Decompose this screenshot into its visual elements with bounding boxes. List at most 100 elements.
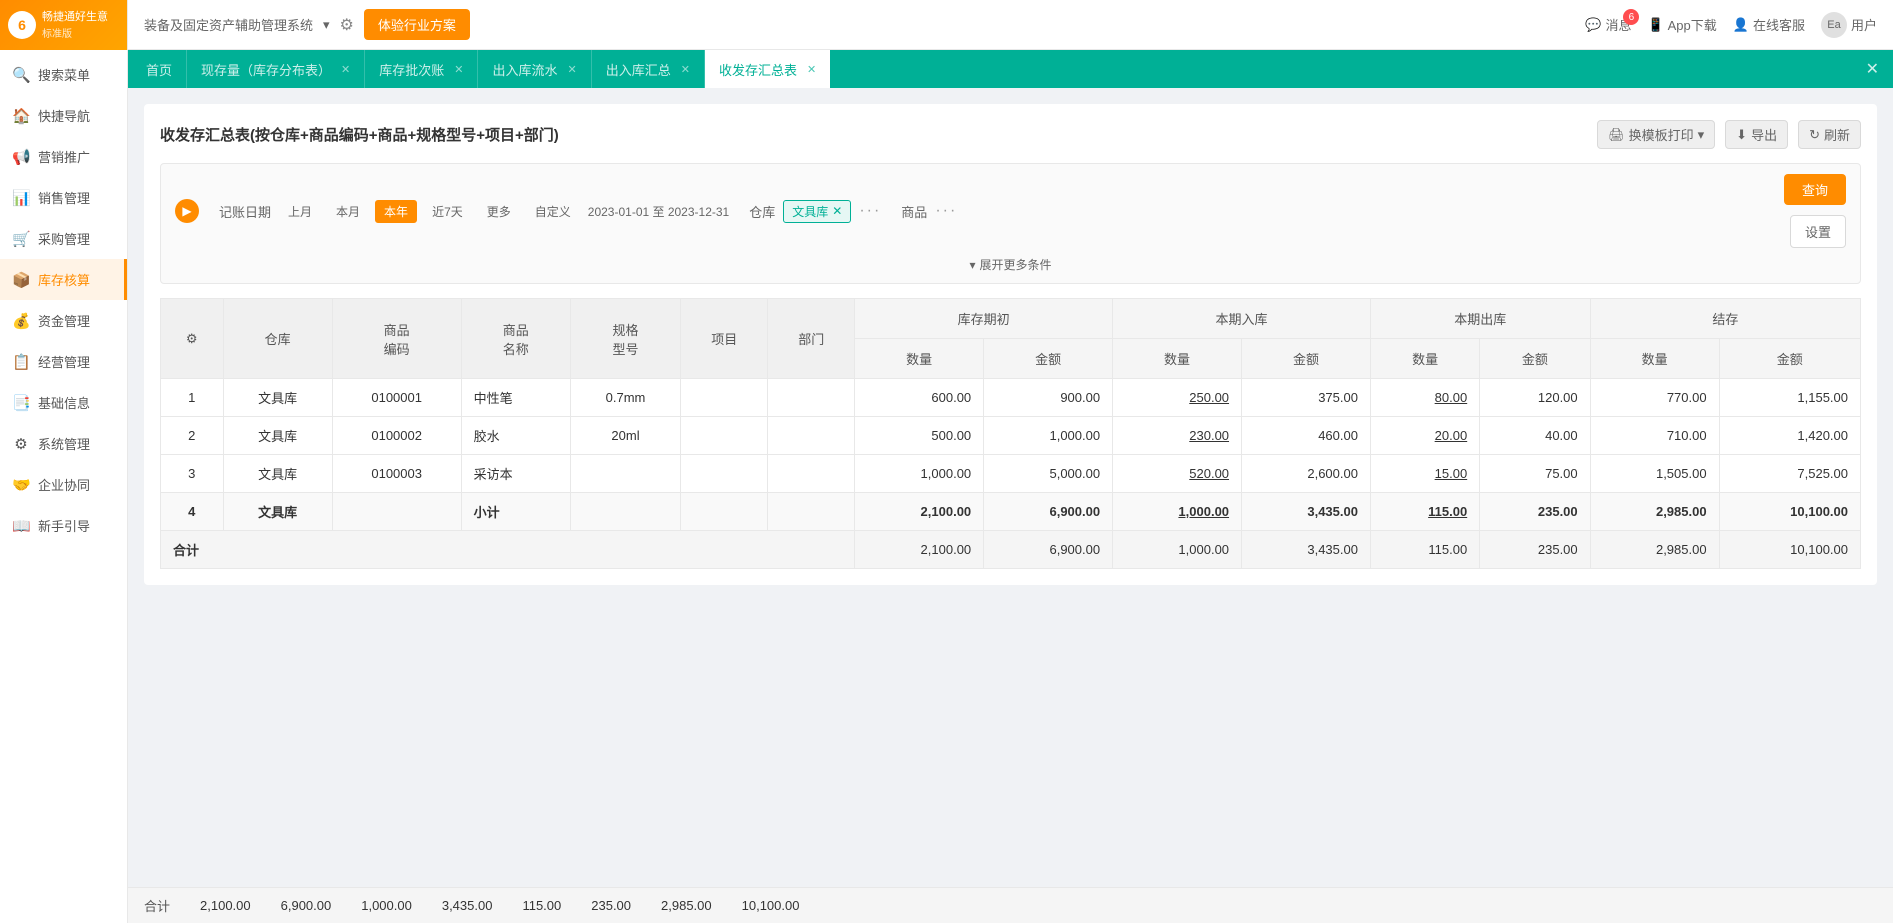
quicknav-icon: 🏠: [12, 107, 30, 125]
page-title-actions: 🖨 换模板打印 ▾ ⬇ 导出 ↻ 刷新: [1597, 120, 1861, 149]
row-goods-code: [332, 493, 461, 531]
filter-expand-icon[interactable]: ▶: [175, 199, 199, 223]
warehouse-tag: 文具库 ✕: [783, 200, 851, 223]
row-bal-qty: 2,985.00: [1590, 493, 1719, 531]
goods-more-button[interactable]: ···: [935, 202, 957, 220]
tab-close-icon[interactable]: ✕: [454, 63, 463, 76]
tab-close-icon[interactable]: ✕: [681, 63, 690, 76]
col-out-qty-header: 数量: [1370, 339, 1479, 379]
row-bal-qty: 1,505.00: [1590, 455, 1719, 493]
tab-----------[interactable]: 现存量（库存分布表）✕: [187, 50, 365, 88]
tabs-close-all-button[interactable]: ✕: [1856, 59, 1889, 79]
row-goods-code: 0100001: [332, 379, 461, 417]
sidebar-item-system[interactable]: ⚙系统管理: [0, 423, 127, 464]
tab---[interactable]: 首页: [132, 50, 187, 88]
sidebar-item-inventory[interactable]: 📦库存核算: [0, 259, 127, 300]
refresh-button[interactable]: ↻ 刷新: [1798, 120, 1861, 149]
warehouse-more-button[interactable]: ···: [859, 202, 881, 220]
tab-------[interactable]: 收发存汇总表✕: [705, 50, 830, 88]
date-btn-last-month[interactable]: 上月: [279, 200, 321, 223]
tab------[interactable]: 出入库汇总✕: [592, 50, 705, 88]
bottom-in-amt: 3,435.00: [442, 898, 493, 913]
messages-button[interactable]: 💬 消息 6: [1585, 15, 1631, 34]
row-out-qty[interactable]: 80.00: [1370, 379, 1479, 417]
row-out-amt: 75.00: [1480, 455, 1590, 493]
row-out-qty[interactable]: 20.00: [1370, 417, 1479, 455]
sidebar-item-purchase[interactable]: 🛒采购管理: [0, 218, 127, 259]
online-service-label: 在线客服: [1753, 15, 1805, 34]
filter-settings-button[interactable]: 设置: [1790, 215, 1846, 248]
row-in-qty[interactable]: 520.00: [1113, 455, 1242, 493]
sidebar: 6 畅捷通好生意 标准版 🔍搜索菜单🏠快捷导航📢营销推广📊销售管理🛒采购管理📦库…: [0, 0, 128, 923]
tab-close-icon[interactable]: ✕: [568, 63, 577, 76]
bottom-out-amt: 235.00: [591, 898, 631, 913]
sidebar-item-label: 采购管理: [38, 229, 90, 248]
row-goods-name: 中性笔: [461, 379, 570, 417]
expand-more-button[interactable]: ▾ 展开更多条件: [175, 256, 1846, 273]
col-period-start-header: 库存期初: [855, 299, 1113, 339]
footer-bal-amt: 10,100.00: [1719, 531, 1860, 569]
row-in-qty[interactable]: 1,000.00: [1113, 493, 1242, 531]
sidebar-item-basic[interactable]: 📑基础信息: [0, 382, 127, 423]
tab-close-icon[interactable]: ✕: [341, 63, 350, 76]
row-bal-amt: 1,420.00: [1719, 417, 1860, 455]
date-btn-more[interactable]: 更多: [478, 200, 520, 223]
sidebar-item-sales[interactable]: 📊销售管理: [0, 177, 127, 218]
footer-in-qty: 1,000.00: [1113, 531, 1242, 569]
page-container: 收发存汇总表(按仓库+商品编码+商品+规格型号+项目+部门) 🖨 换模板打印 ▾…: [144, 104, 1877, 585]
row-project: [681, 417, 768, 455]
col-goods-name-header: 商品名称: [461, 299, 570, 379]
bottom-bal-amt: 10,100.00: [742, 898, 800, 913]
trial-button[interactable]: 体验行业方案: [364, 9, 470, 40]
bottom-total-label: 合计: [144, 896, 170, 915]
row-out-amt: 120.00: [1480, 379, 1590, 417]
sidebar-item-quicknav[interactable]: 🏠快捷导航: [0, 95, 127, 136]
sidebar-item-enterprise[interactable]: 🤝企业协同: [0, 464, 127, 505]
date-btn-this-month[interactable]: 本月: [327, 200, 369, 223]
sidebar-item-operations[interactable]: 📋经营管理: [0, 341, 127, 382]
bottom-start-qty: 2,100.00: [200, 898, 251, 913]
sidebar-item-finance[interactable]: 💰资金管理: [0, 300, 127, 341]
date-filter-group: 记账日期 上月 本月 本年 近7天 更多 自定义 2023-01-01 至 20…: [219, 200, 729, 223]
row-in-amt: 2,600.00: [1242, 455, 1371, 493]
phone-icon: 📱: [1647, 17, 1663, 33]
export-button[interactable]: ⬇ 导出: [1725, 120, 1788, 149]
template-icon: 🖨: [1608, 127, 1625, 143]
row-start-qty: 500.00: [855, 417, 984, 455]
topbar: 装备及固定资产辅助管理系统 ▾ ⚙ 体验行业方案 💬 消息 6 📱 App下载 …: [128, 0, 1893, 50]
system-name: 装备及固定资产辅助管理系统: [144, 15, 313, 34]
finance-icon: 💰: [12, 312, 30, 330]
system-dropdown[interactable]: ▾: [323, 17, 330, 33]
filter-row: ▶ 记账日期 上月 本月 本年 近7天 更多 自定义 2023-01-01 至 …: [175, 174, 1846, 248]
col-balance-header: 结存: [1590, 299, 1860, 339]
bottom-bal-qty: 2,985.00: [661, 898, 712, 913]
template-print-button[interactable]: 🖨 换模板打印 ▾: [1597, 120, 1715, 149]
sidebar-nav: 🔍搜索菜单🏠快捷导航📢营销推广📊销售管理🛒采购管理📦库存核算💰资金管理📋经营管理…: [0, 50, 127, 923]
row-out-amt: 235.00: [1480, 493, 1590, 531]
date-btn-custom[interactable]: 自定义: [526, 200, 580, 223]
row-in-qty[interactable]: 230.00: [1113, 417, 1242, 455]
app-download-button[interactable]: 📱 App下载: [1647, 15, 1716, 34]
sidebar-item-marketing[interactable]: 📢营销推广: [0, 136, 127, 177]
row-out-qty[interactable]: 15.00: [1370, 455, 1479, 493]
date-filters: 上月 本月 本年 近7天 更多 自定义: [279, 200, 580, 223]
date-btn-this-year[interactable]: 本年: [375, 200, 417, 223]
sidebar-item-guide[interactable]: 📖新手引导: [0, 505, 127, 546]
footer-bal-qty: 2,985.00: [1590, 531, 1719, 569]
row-out-qty[interactable]: 115.00: [1370, 493, 1479, 531]
user-menu[interactable]: Ea 用户: [1821, 12, 1877, 38]
inventory-icon: 📦: [12, 271, 30, 289]
logo-sub: 标准版: [42, 25, 108, 40]
sidebar-item-search[interactable]: 🔍搜索菜单: [0, 54, 127, 95]
tab------[interactable]: 库存批次账✕: [365, 50, 478, 88]
col-settings-header[interactable]: ⚙: [161, 299, 224, 379]
col-warehouse-header: 仓库: [223, 299, 332, 379]
settings-icon[interactable]: ⚙: [340, 15, 354, 35]
query-button[interactable]: 查询: [1784, 174, 1846, 205]
tab------[interactable]: 出入库流水✕: [478, 50, 591, 88]
row-in-qty[interactable]: 250.00: [1113, 379, 1242, 417]
online-service-button[interactable]: 👤 在线客服: [1733, 15, 1805, 34]
date-btn-7days[interactable]: 近7天: [423, 200, 472, 223]
warehouse-remove-button[interactable]: ✕: [832, 204, 842, 218]
tab-close-icon[interactable]: ✕: [807, 63, 816, 76]
